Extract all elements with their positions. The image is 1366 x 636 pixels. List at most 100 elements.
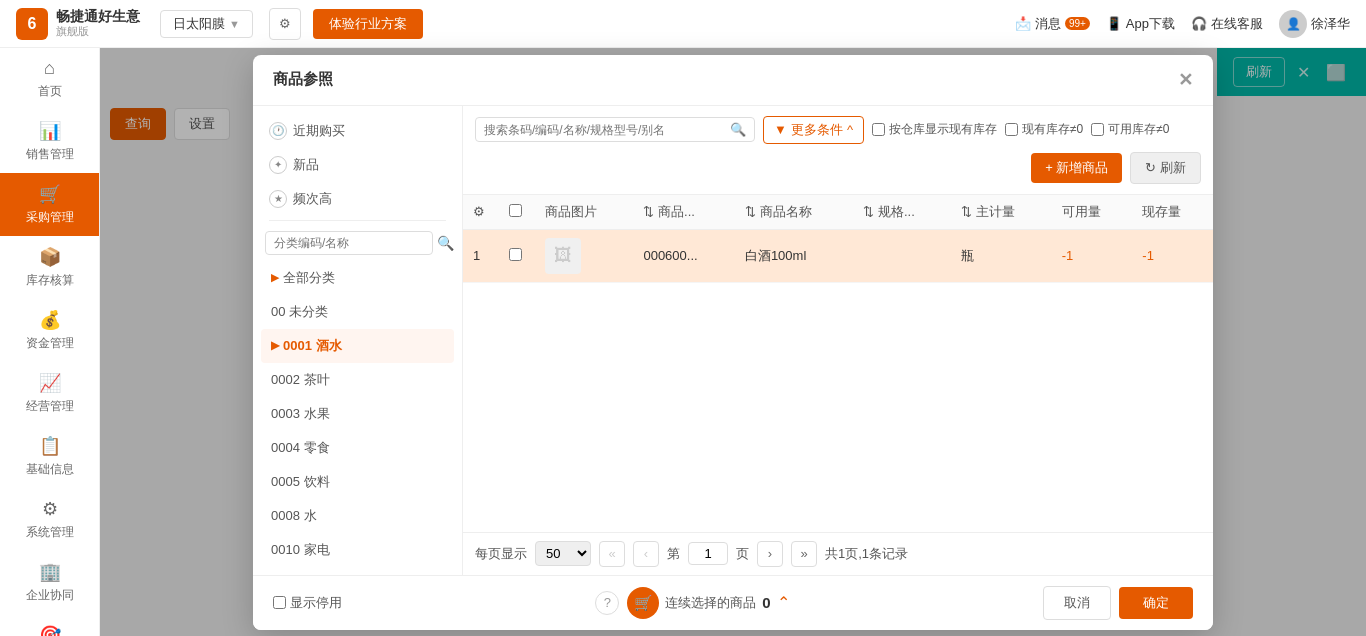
th-code[interactable]: ⇅ 商品... [633,195,734,230]
available-nonzero-checkbox[interactable] [1091,123,1104,136]
sidebar-item-system[interactable]: ⚙ 系统管理 [0,488,99,551]
sidebar-item-guide[interactable]: 🎯 新手引导 [0,614,99,636]
th-stock: 现存量 [1132,195,1213,230]
product-table-container: ⚙ 商品图片 ⇅ 商品... [463,195,1213,532]
left-panel: 🕐 近期购买 ✦ 新品 ★ 频次高 [253,106,463,575]
product-table: ⚙ 商品图片 ⇅ 商品... [463,195,1213,283]
modal-title: 商品参照 [273,70,333,89]
stock-nonzero-filter[interactable]: 现有库存≠0 [1005,121,1083,138]
help-icon[interactable]: ? [595,591,619,615]
page-number-input[interactable] [688,542,728,565]
category-unclassified[interactable]: 00 未分类 [261,295,454,329]
sort-icon-spec: ⇅ [863,204,874,219]
cart-icon-button[interactable]: 🛒 [627,587,659,619]
stock-nonzero-checkbox[interactable] [1005,123,1018,136]
product-search-icon[interactable]: 🔍 [730,122,746,137]
category-all[interactable]: ▶ 全部分类 [261,261,454,295]
category-beverage[interactable]: 0005 饮料 [261,465,454,499]
row-checkbox[interactable] [509,248,522,261]
select-all-checkbox[interactable] [509,204,522,217]
app-download-button[interactable]: 📱 App下载 [1106,15,1175,33]
top-nav: 6 畅捷通好生意 旗舰版 日太阳膜 ▼ ⚙ 体验行业方案 📩 消息 99+ 📱 … [0,0,1366,48]
sort-icon-name: ⇅ [745,204,756,219]
category-tea[interactable]: 0002 茶叶 [261,363,454,397]
th-settings[interactable]: ⚙ [463,195,499,230]
gear-button[interactable]: ⚙ [269,8,301,40]
disabled-checkbox[interactable] [273,596,286,609]
category-water-label: 0008 水 [271,508,317,523]
product-search-input[interactable] [484,123,726,137]
left-nav-frequent-label: 频次高 [293,190,332,208]
last-page-button[interactable]: » [791,541,817,567]
sidebar-item-sales[interactable]: 📊 销售管理 [0,110,99,173]
th-unit[interactable]: ⇅ 主计量 [951,195,1052,230]
table-row[interactable]: 1 🖼 000600... 白酒100ml 瓶 [463,229,1213,282]
show-disabled-checkbox[interactable]: 显示停用 [273,594,342,612]
category-water[interactable]: 0008 水 [261,499,454,533]
modal-close-button[interactable]: ✕ [1178,69,1193,91]
sidebar-item-operations[interactable]: 📈 经营管理 [0,362,99,425]
th-checkbox[interactable] [499,195,535,230]
category-liquor[interactable]: ▶ 0001 酒水 [261,329,454,363]
sidebar-item-home[interactable]: ⌂ 首页 [0,48,99,110]
message-icon: 📩 [1015,16,1031,31]
cancel-button[interactable]: 取消 [1043,586,1111,620]
sidebar-item-basic-info[interactable]: 📋 基础信息 [0,425,99,488]
sidebar-label-sales: 销售管理 [26,146,74,163]
online-service-button[interactable]: 🎧 在线客服 [1191,15,1263,33]
trial-button[interactable]: 体验行业方案 [313,9,423,39]
show-disabled-label: 显示停用 [290,594,342,612]
more-filter-button[interactable]: ▼ 更多条件 ^ [763,116,864,144]
sidebar-label-finance: 资金管理 [26,335,74,352]
add-product-button[interactable]: + 新增商品 [1031,153,1122,183]
left-nav-new[interactable]: ✦ 新品 [253,148,462,182]
available-nonzero-filter[interactable]: 可用库存≠0 [1091,121,1169,138]
category-search-icon[interactable]: 🔍 [437,235,454,251]
category-search-input[interactable] [265,231,433,255]
next-page-button[interactable]: › [757,541,783,567]
per-page-select[interactable]: 50 100 [535,541,591,566]
sales-icon: 📊 [39,120,61,142]
left-nav-frequent[interactable]: ★ 频次高 [253,182,462,216]
category-appliance[interactable]: 0010 家电 [261,533,454,567]
left-nav-recent[interactable]: 🕐 近期购买 [253,114,462,148]
main-layout: ⌂ 首页 📊 销售管理 🛒 采购管理 📦 库存核算 💰 资金管理 📈 经营管理 … [0,48,1366,636]
selector-label: 日太阳膜 [173,15,225,33]
sidebar-item-purchase[interactable]: 🛒 采购管理 [0,173,99,236]
new-icon: ✦ [269,156,287,174]
selected-count-badge: 0 [762,594,770,611]
cell-index: 1 [463,229,499,282]
sidebar-item-inventory[interactable]: 📦 库存核算 [0,236,99,299]
th-code-label: 商品... [658,204,695,219]
refresh-table-button[interactable]: ↻ 刷新 [1130,152,1201,184]
basic-info-icon: 📋 [39,435,61,457]
nav-selector[interactable]: 日太阳膜 ▼ [160,10,253,38]
category-snack[interactable]: 0004 零食 [261,431,454,465]
filter-arrow-icon: ^ [847,122,853,137]
available-nonzero-label: 可用库存≠0 [1108,121,1169,138]
first-page-button[interactable]: « [599,541,625,567]
warehouse-checkbox[interactable] [872,123,885,136]
messages-button[interactable]: 📩 消息 99+ [1015,15,1090,33]
warehouse-filter[interactable]: 按仓库显示现有库存 [872,121,997,138]
chevron-down-icon: ▼ [229,18,240,30]
th-available-label: 可用量 [1062,204,1101,219]
th-spec[interactable]: ⇅ 规格... [853,195,951,230]
prev-page-button[interactable]: ‹ [633,541,659,567]
expand-liquor-icon: ▶ [271,339,279,352]
sidebar-item-finance[interactable]: 💰 资金管理 [0,299,99,362]
footer-collapse-icon[interactable]: ⌃ [777,593,790,612]
sidebar-item-enterprise[interactable]: 🏢 企业协同 [0,551,99,614]
user-profile[interactable]: 👤 徐泽华 [1279,10,1350,38]
th-spec-label: 规格... [878,204,915,219]
th-name-label: 商品名称 [760,204,812,219]
operations-icon: 📈 [39,372,61,394]
confirm-button[interactable]: 确定 [1119,587,1193,619]
filter-label: 更多条件 [791,121,843,139]
category-fruit[interactable]: 0003 水果 [261,397,454,431]
filter-icon: ▼ [774,122,787,137]
th-name[interactable]: ⇅ 商品名称 [735,195,853,230]
cell-checkbox[interactable] [499,229,535,282]
cell-available: -1 [1052,229,1133,282]
sort-icon-unit: ⇅ [961,204,972,219]
